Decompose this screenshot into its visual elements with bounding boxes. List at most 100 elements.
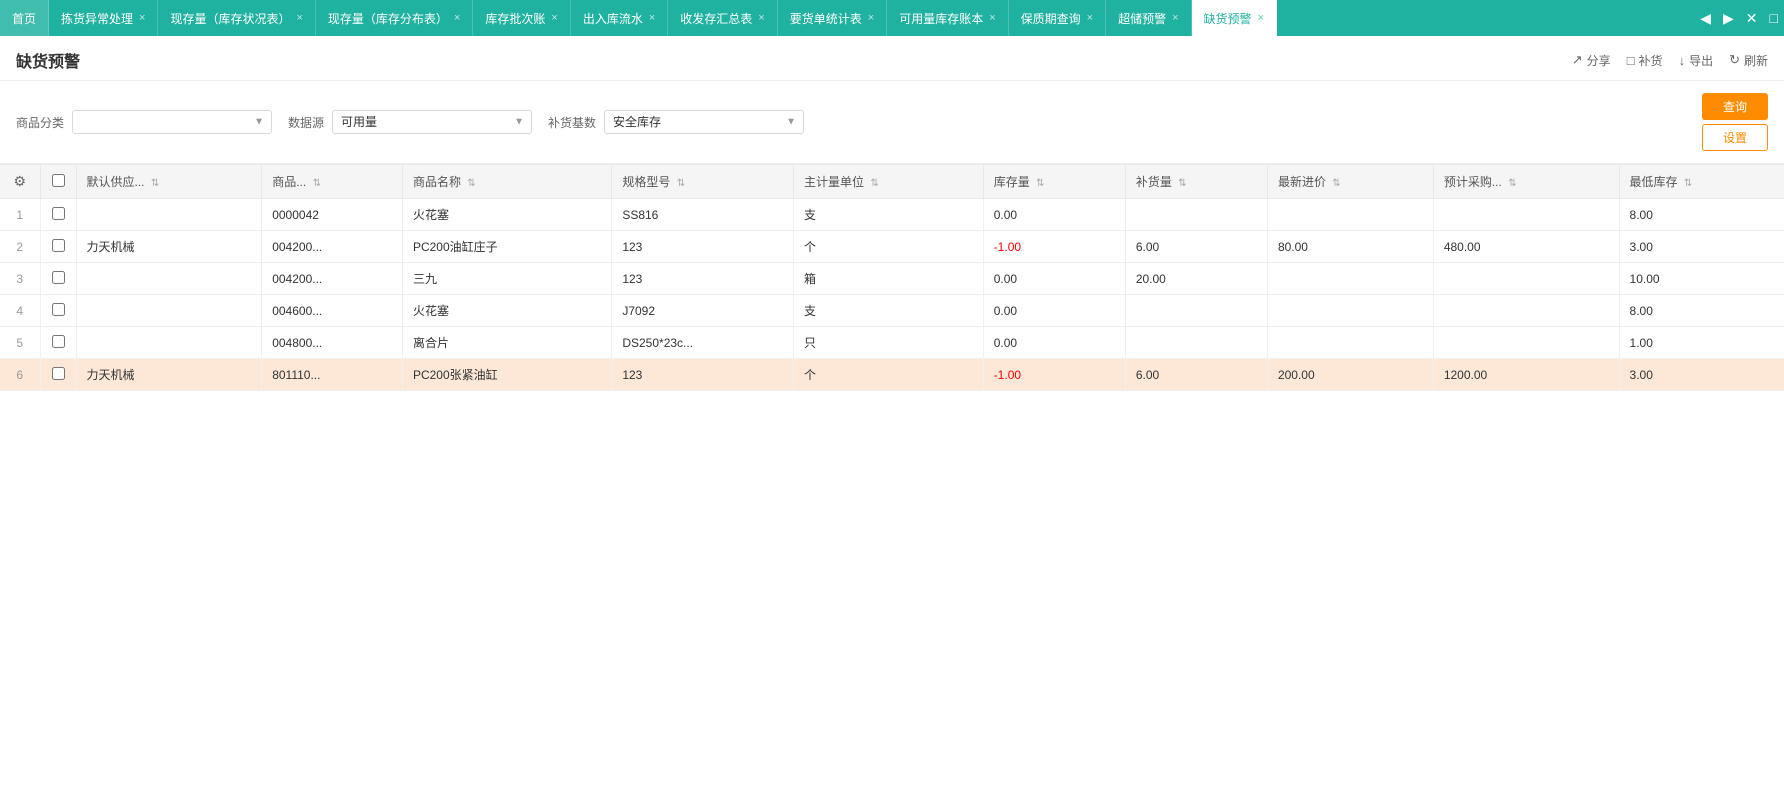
tab-maximize[interactable]: □ [1764,0,1784,36]
row-checkbox[interactable] [52,207,65,220]
settings-button[interactable]: 设置 [1702,124,1768,151]
row-min-stock: 10.00 [1619,263,1784,295]
filter-row: 商品分类 数据源 可用量 补货基数 安全库存 查询 [0,81,1784,164]
tab-8[interactable]: 可用量库存账本 × [887,0,1008,36]
row-replenish [1125,295,1267,327]
row-checkbox[interactable] [52,335,65,348]
row-stock: 0.00 [983,295,1125,327]
replenish-label: 补货基数 [548,114,596,131]
share-action[interactable]: ↗ 分享 [1572,52,1611,69]
tab-1[interactable]: 拣货异常处理 × [49,0,158,36]
row-min-stock: 3.00 [1619,231,1784,263]
tab-nav-controls: ◀ ▶ ✕ □ [1694,0,1784,36]
row-stock: -1.00 [983,231,1125,263]
close-tab-6[interactable]: × [758,12,764,24]
row-replenish [1125,327,1267,359]
tab-scroll-left[interactable]: ◀ [1694,0,1717,36]
commodity-select[interactable] [72,110,272,134]
close-tab-10[interactable]: × [1172,12,1178,24]
table-row: 4 004600... 火花塞 J7092 支 0.00 8.00 [0,295,1784,327]
close-tab-1[interactable]: × [139,12,145,24]
row-spec: SS816 [612,199,794,231]
th-min-stock-label: 最低库存 [1630,175,1678,189]
tab-7[interactable]: 要货单统计表 × [778,0,887,36]
th-latest-price[interactable]: 最新进价 ⇅ [1267,165,1433,199]
row-code: 0000042 [262,199,403,231]
close-tab-2[interactable]: × [296,12,302,24]
sort-spec-icon: ⇅ [677,178,685,189]
tab-6[interactable]: 收发存汇总表 × [668,0,777,36]
row-supplier [76,327,262,359]
th-name[interactable]: 商品名称 ⇅ [402,165,611,199]
datasource-select[interactable]: 可用量 [332,110,532,134]
th-supplier[interactable]: 默认供应... ⇅ [76,165,262,199]
th-spec-label: 规格型号 [622,175,670,189]
row-est-purchase: 1200.00 [1433,359,1619,391]
row-checkbox[interactable] [52,367,65,380]
refresh-action[interactable]: ↻ 刷新 [1729,52,1768,69]
tab-close-window[interactable]: ✕ [1740,0,1764,36]
sort-stock-icon: ⇅ [1036,178,1044,189]
row-checkbox[interactable] [52,239,65,252]
row-unit: 只 [794,327,984,359]
row-checkbox-cell [40,263,76,295]
tab-3[interactable]: 现存量（库存分布表） × [316,0,473,36]
close-tab-8[interactable]: × [989,12,995,24]
th-replenish[interactable]: 补货量 ⇅ [1125,165,1267,199]
query-button[interactable]: 查询 [1702,93,1768,120]
th-stock[interactable]: 库存量 ⇅ [983,165,1125,199]
tab-9[interactable]: 保质期查询 × [1009,0,1106,36]
tab-bar: 首页 拣货异常处理 × 现存量（库存状况表） × 现存量（库存分布表） × 库存… [0,0,1784,36]
table-row: 5 004800... 离合片 DS250*23c... 只 0.00 1.00 [0,327,1784,359]
tab-2[interactable]: 现存量（库存状况表） × [158,0,315,36]
row-est-purchase: 480.00 [1433,231,1619,263]
select-all-checkbox[interactable] [52,174,65,187]
table-container: ⚙ 默认供应... ⇅ 商品... ⇅ 商品名称 ⇅ [0,164,1784,391]
th-code-label: 商品... [272,175,306,189]
row-name: 三九 [402,263,611,295]
tab-10[interactable]: 超储预警 × [1106,0,1191,36]
replenish-select[interactable]: 安全库存 [604,110,804,134]
export-action[interactable]: ↓ 导出 [1679,52,1714,69]
replenish-action[interactable]: □ 补货 [1627,52,1663,69]
row-code: 004800... [262,327,403,359]
row-supplier [76,263,262,295]
th-unit[interactable]: 主计量单位 ⇅ [794,165,984,199]
row-supplier [76,295,262,327]
datasource-select-wrapper: 可用量 [332,110,532,134]
row-latest-price [1267,295,1433,327]
row-est-purchase [1433,295,1619,327]
tab-4[interactable]: 库存批次账 × [473,0,570,36]
th-gear[interactable]: ⚙ [0,165,40,199]
th-spec[interactable]: 规格型号 ⇅ [612,165,794,199]
tab-5[interactable]: 出入库流水 × [571,0,668,36]
row-spec: DS250*23c... [612,327,794,359]
row-code: 004200... [262,263,403,295]
tab-home[interactable]: 首页 [0,0,49,36]
th-est-purchase[interactable]: 预计采购... ⇅ [1433,165,1619,199]
row-supplier: 力天机械 [76,359,262,391]
close-tab-4[interactable]: × [551,12,557,24]
th-code[interactable]: 商品... ⇅ [262,165,403,199]
table-row: 3 004200... 三九 123 箱 0.00 20.00 10.00 [0,263,1784,295]
row-spec: J7092 [612,295,794,327]
row-num: 2 [0,231,40,263]
th-min-stock[interactable]: 最低库存 ⇅ [1619,165,1784,199]
row-stock: -1.00 [983,359,1125,391]
gear-icon[interactable]: ⚙ [13,173,26,189]
close-tab-5[interactable]: × [649,12,655,24]
close-tab-9[interactable]: × [1087,12,1093,24]
row-code: 004200... [262,231,403,263]
tab-scroll-right[interactable]: ▶ [1717,0,1740,36]
close-tab-7[interactable]: × [868,12,874,24]
row-supplier: 力天机械 [76,231,262,263]
close-tab-3[interactable]: × [454,12,460,24]
row-checkbox[interactable] [52,303,65,316]
datasource-filter-group: 数据源 可用量 [288,110,532,134]
tab-11[interactable]: 缺货预警 × [1192,0,1277,36]
row-spec: 123 [612,263,794,295]
close-tab-11[interactable]: × [1258,12,1264,24]
row-latest-price [1267,199,1433,231]
row-checkbox[interactable] [52,271,65,284]
row-name: 离合片 [402,327,611,359]
